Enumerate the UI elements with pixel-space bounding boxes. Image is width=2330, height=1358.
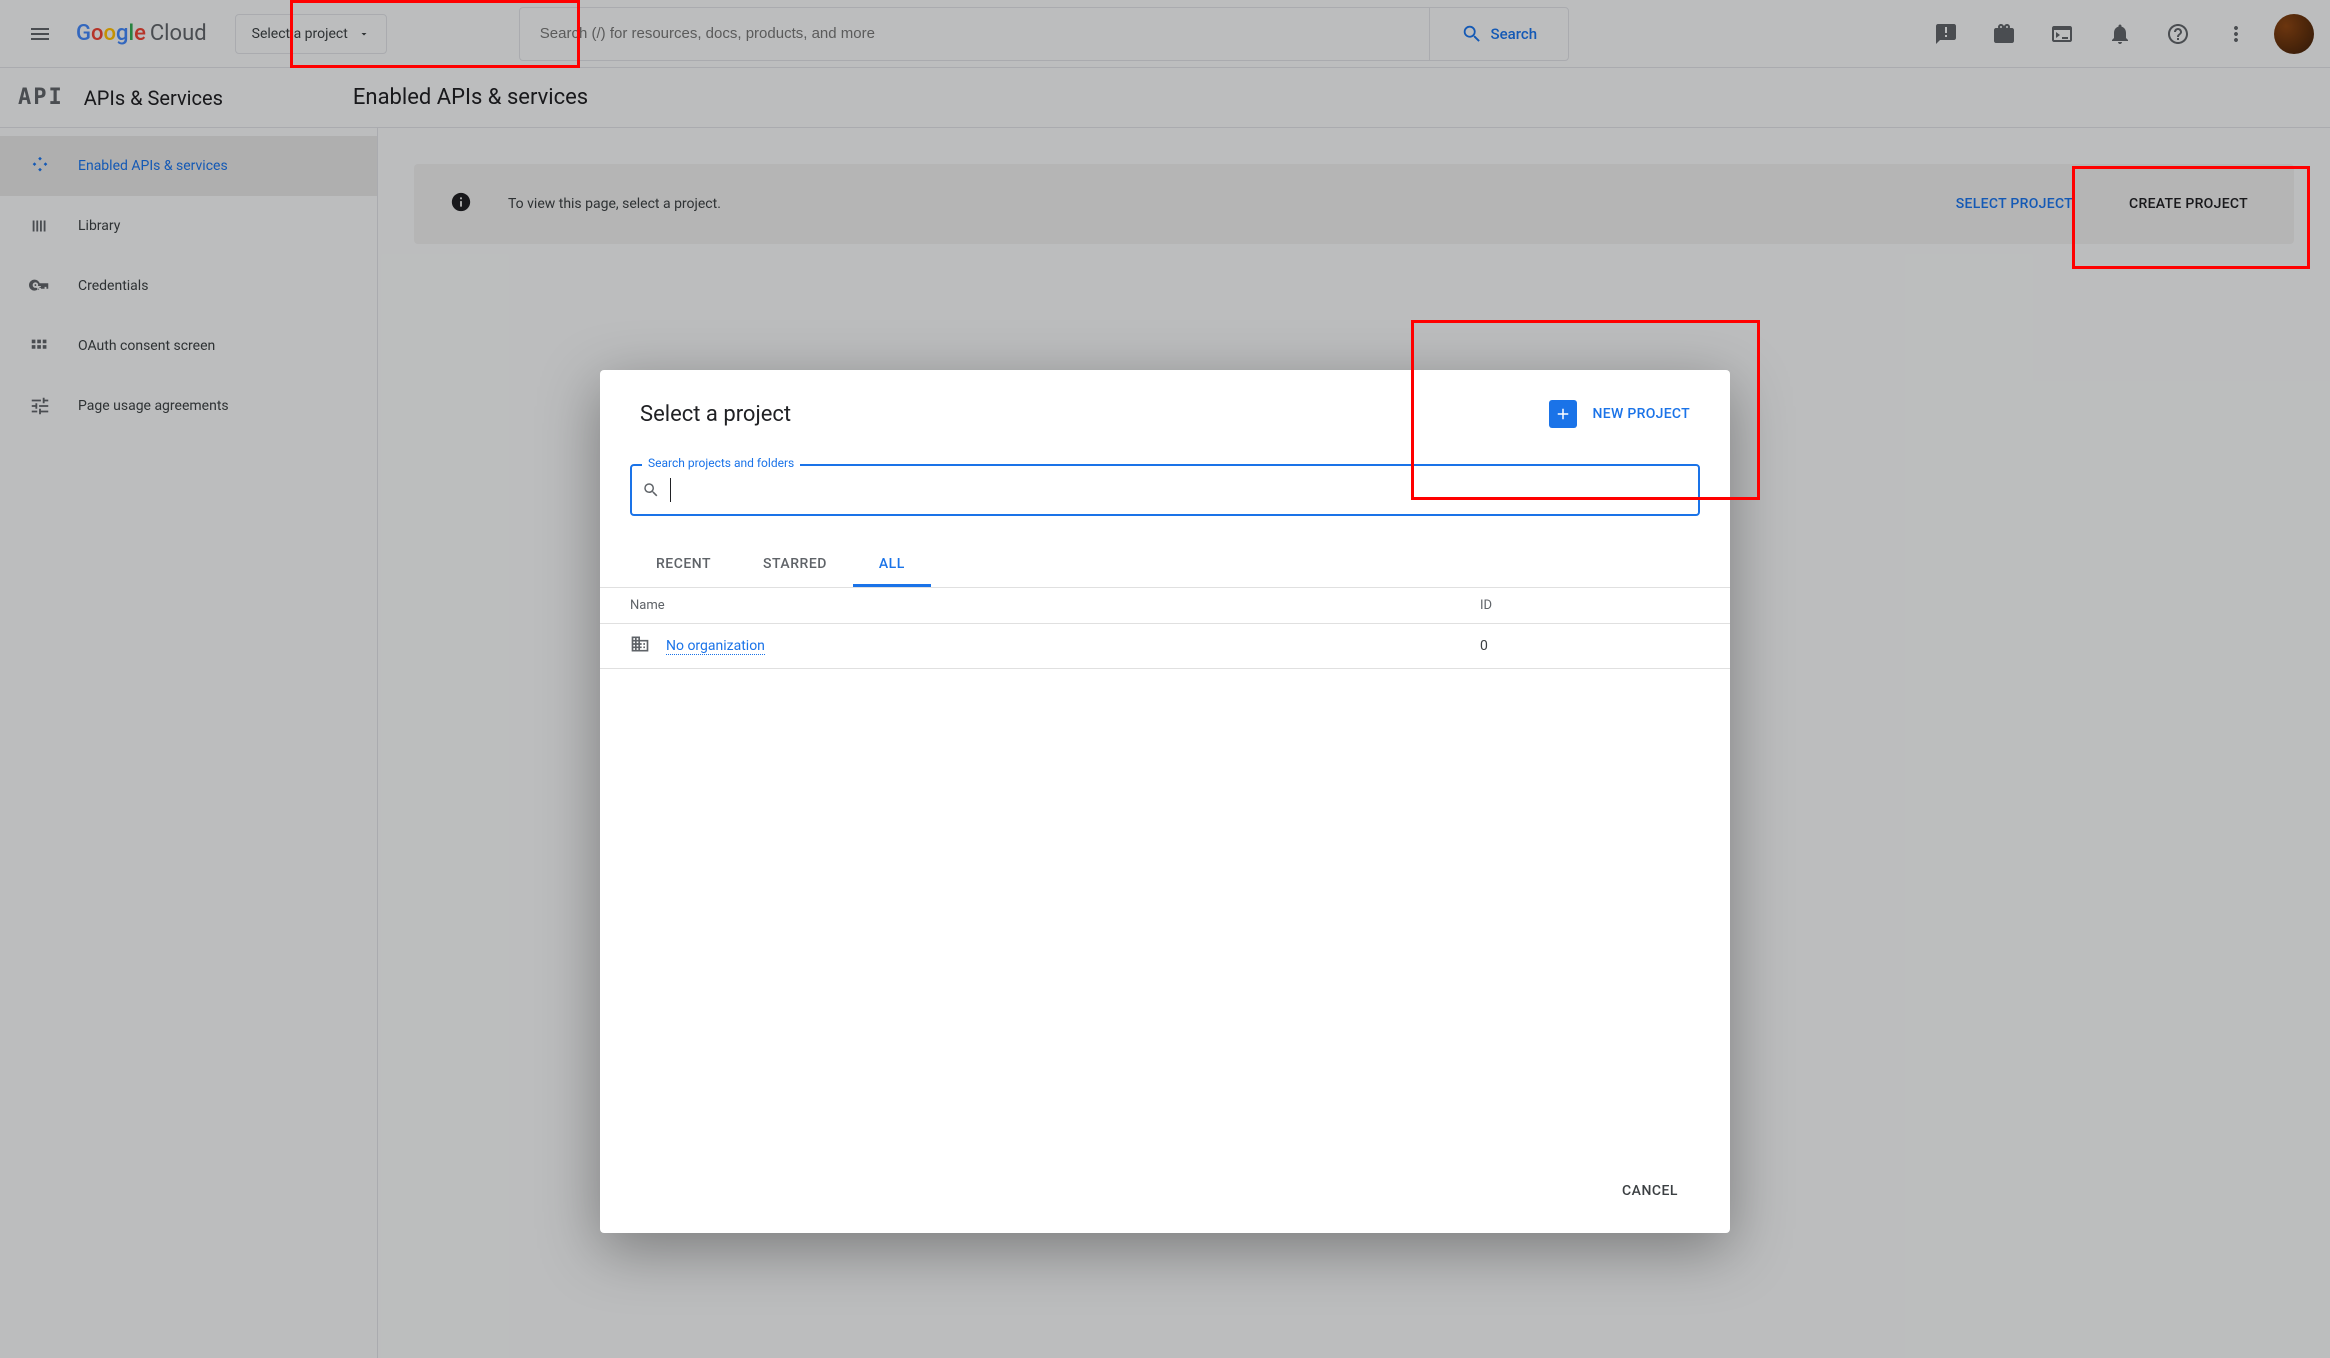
- dialog-tabs: RECENT STARRED ALL: [600, 542, 1730, 588]
- row-name-cell: No organization: [666, 638, 1480, 654]
- tab-recent[interactable]: RECENT: [630, 542, 737, 587]
- project-search-input[interactable]: [670, 466, 1688, 514]
- dialog-title: Select a project: [640, 402, 1549, 427]
- col-name-header: Name: [630, 598, 1480, 613]
- tab-starred[interactable]: STARRED: [737, 542, 853, 587]
- col-id-header: ID: [1480, 598, 1700, 613]
- new-project-button[interactable]: NEW PROJECT: [1549, 400, 1691, 428]
- new-project-icon: [1549, 400, 1577, 428]
- modal-overlay[interactable]: Select a project NEW PROJECT Search proj…: [0, 0, 2330, 1358]
- project-table-header: Name ID: [600, 588, 1730, 624]
- new-project-label: NEW PROJECT: [1593, 406, 1691, 422]
- dialog-body-spacer: [600, 669, 1730, 1169]
- select-project-dialog: Select a project NEW PROJECT Search proj…: [600, 370, 1730, 1233]
- project-search-field[interactable]: Search projects and folders: [630, 464, 1700, 516]
- table-row[interactable]: No organization 0: [600, 624, 1730, 669]
- tab-all[interactable]: ALL: [853, 542, 931, 587]
- organization-icon: [630, 634, 666, 658]
- row-id-cell: 0: [1480, 638, 1700, 654]
- search-icon: [642, 481, 660, 499]
- dialog-footer: CANCEL: [600, 1169, 1730, 1213]
- no-organization-link[interactable]: No organization: [666, 638, 765, 655]
- text-cursor: [670, 478, 671, 502]
- dialog-header: Select a project NEW PROJECT: [600, 400, 1730, 428]
- cancel-button[interactable]: CANCEL: [1610, 1175, 1690, 1207]
- project-search-label: Search projects and folders: [642, 456, 800, 470]
